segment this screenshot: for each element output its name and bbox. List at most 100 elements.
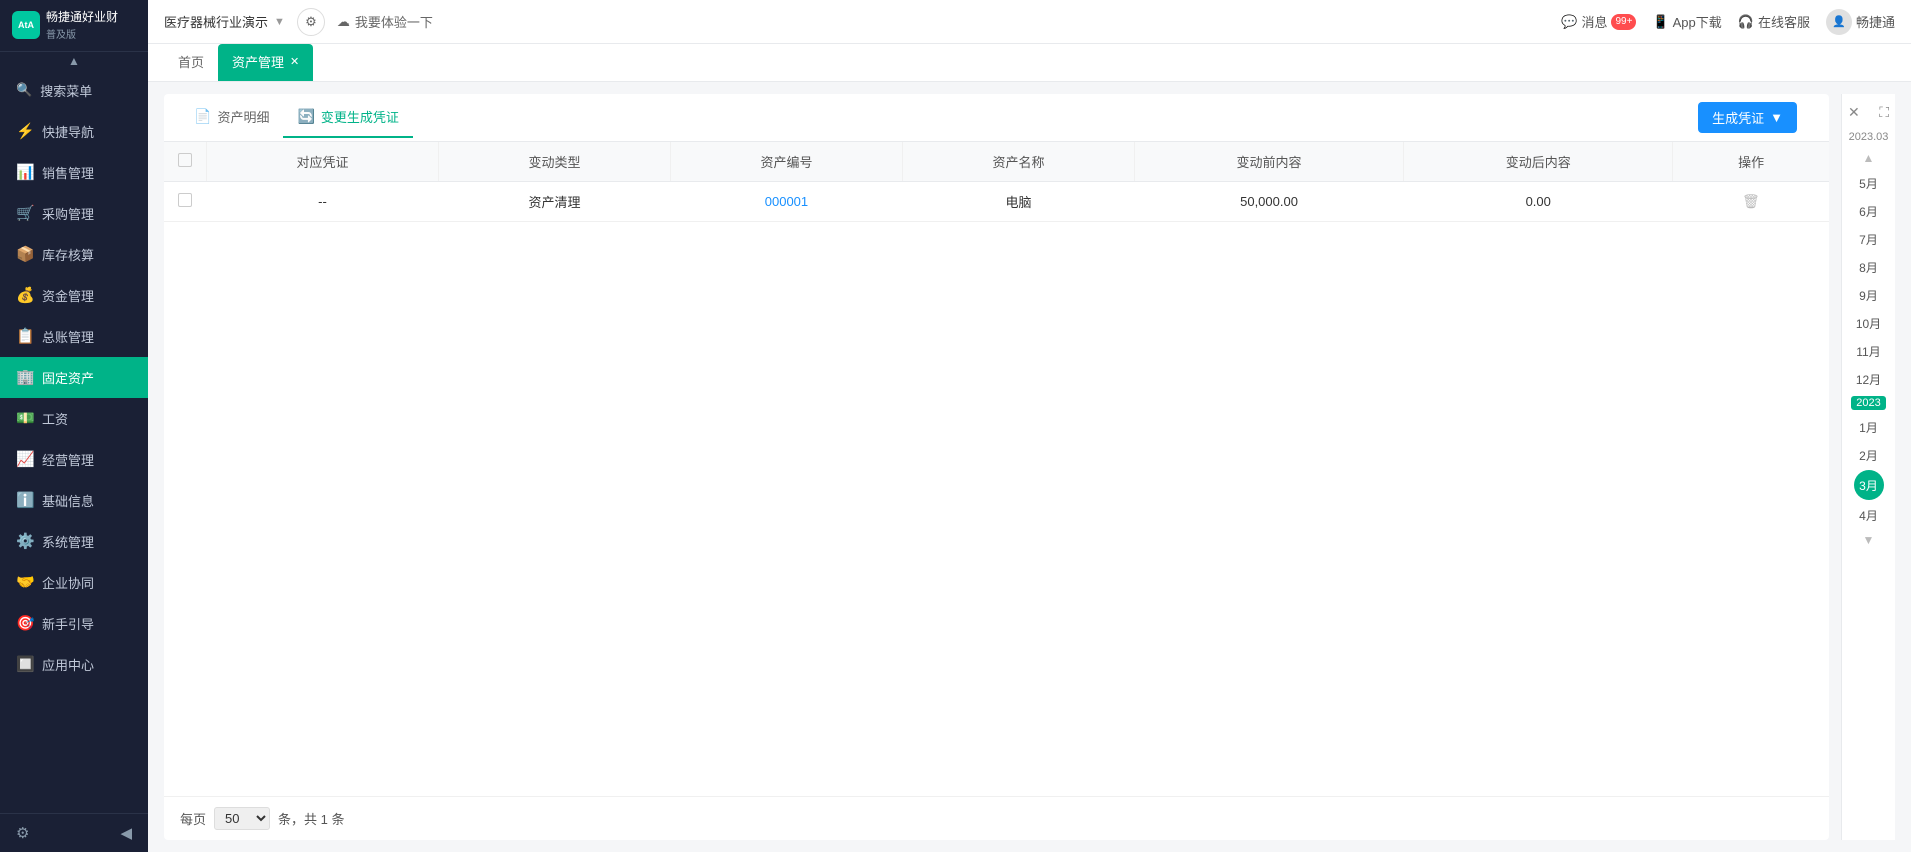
funds-icon: 💰 bbox=[16, 286, 34, 304]
delete-button[interactable]: 🗑 bbox=[1742, 193, 1760, 209]
month-scroll-down[interactable]: ▼ bbox=[1859, 529, 1879, 551]
month-9[interactable]: 9月 bbox=[1851, 282, 1887, 308]
sidebar-item-basic-info[interactable]: ℹ️ 基础信息 bbox=[0, 480, 148, 521]
tab-home[interactable]: 首页 bbox=[164, 44, 218, 81]
app-name: 畅捷通好业财 bbox=[46, 10, 118, 26]
sidebar-item-system[interactable]: ⚙️ 系统管理 bbox=[0, 521, 148, 562]
month-12[interactable]: 12月 bbox=[1851, 366, 1887, 392]
sidebar-scroll-up[interactable]: ▲ bbox=[0, 52, 148, 70]
year-display: 2023.03 bbox=[1849, 125, 1889, 147]
sidebar-item-system-label: 系统管理 bbox=[42, 532, 94, 551]
sidebar-item-search[interactable]: 🔍 搜索菜单 bbox=[0, 70, 148, 111]
logo-icon: AtA bbox=[12, 11, 40, 39]
sidebar-item-operations-label: 经营管理 bbox=[42, 450, 94, 469]
per-page-select[interactable]: 50 10 20 100 bbox=[214, 807, 270, 830]
topbar-left: 医疗器械行业演示 ▼ ⚙ ☁ 我要体验一下 bbox=[164, 8, 433, 36]
sidebar-item-purchase[interactable]: 🛒 采购管理 bbox=[0, 193, 148, 234]
message-label: 消息 bbox=[1581, 12, 1607, 31]
cell-change-type: 资产清理 bbox=[438, 182, 670, 222]
sidebar-item-enterprise-label: 企业协同 bbox=[42, 573, 94, 592]
cell-after-content: 0.00 bbox=[1404, 182, 1673, 222]
month-1[interactable]: 1月 bbox=[1851, 414, 1887, 440]
col-action: 操作 bbox=[1673, 142, 1829, 182]
month-4[interactable]: 4月 bbox=[1851, 502, 1887, 528]
sidebar-item-payroll-label: 工资 bbox=[42, 409, 68, 428]
message-action[interactable]: 💬 消息 99+ bbox=[1561, 12, 1636, 31]
experience-label: 我要体验一下 bbox=[355, 12, 433, 31]
topbar-right: 💬 消息 99+ 📱 App下载 🎧 在线客服 👤 畅捷通 bbox=[1561, 9, 1895, 35]
user-profile[interactable]: 👤 畅捷通 bbox=[1826, 9, 1895, 35]
app-download-label: App下载 bbox=[1673, 12, 1722, 31]
sidebar-item-payroll[interactable]: 💵 工资 bbox=[0, 398, 148, 439]
sidebar-item-funds-label: 资金管理 bbox=[42, 286, 94, 305]
tab-close-icon[interactable]: ✕ bbox=[290, 55, 299, 68]
avatar: 👤 bbox=[1826, 9, 1852, 35]
sub-tab-change-voucher[interactable]: 🔄 变更生成凭证 bbox=[283, 97, 412, 138]
app-logo: AtA 畅捷通好业财 普及版 bbox=[0, 0, 148, 52]
search-icon: 🔍 bbox=[16, 82, 32, 98]
sub-tab-change-voucher-label: 变更生成凭证 bbox=[321, 107, 399, 126]
month-7[interactable]: 7月 bbox=[1851, 226, 1887, 252]
customer-service-action[interactable]: 🎧 在线客服 bbox=[1738, 12, 1810, 31]
sidebar-settings-icon[interactable]: ⚙ bbox=[16, 824, 29, 842]
content-area: 📄 资产明细 🔄 变更生成凭证 生成凭证 ▼ bbox=[148, 82, 1911, 852]
sidebar-item-app-center[interactable]: 🔲 应用中心 bbox=[0, 644, 148, 685]
month-5[interactable]: 5月 bbox=[1851, 170, 1887, 196]
app-download-action[interactable]: 📱 App下载 bbox=[1652, 12, 1721, 31]
topbar: 医疗器械行业演示 ▼ ⚙ ☁ 我要体验一下 💬 消息 99+ 📱 App下载 bbox=[148, 0, 1911, 44]
main-content: 医疗器械行业演示 ▼ ⚙ ☁ 我要体验一下 💬 消息 99+ 📱 App下载 bbox=[148, 0, 1911, 852]
tab-asset-mgmt[interactable]: 资产管理 ✕ bbox=[218, 44, 313, 81]
month-scroll-up[interactable]: ▲ bbox=[1859, 147, 1879, 169]
panel-expand-icon[interactable]: ⛶ bbox=[1879, 104, 1889, 121]
panel-close-icon[interactable]: ✕ bbox=[1848, 104, 1860, 121]
cell-asset-code: 000001 bbox=[670, 182, 902, 222]
sub-tab-asset-list[interactable]: 📄 资产明细 bbox=[180, 97, 283, 138]
table-row: -- 资产清理 000001 电脑 50,000.00 0.00 🗑 bbox=[164, 182, 1829, 222]
experience-button[interactable]: ☁ 我要体验一下 bbox=[337, 12, 433, 31]
app-center-icon: 🔲 bbox=[16, 655, 34, 673]
per-page-label: 每页 bbox=[180, 809, 206, 828]
table-header-checkbox[interactable] bbox=[164, 142, 207, 182]
col-change-type: 变动类型 bbox=[438, 142, 670, 182]
row-checkbox[interactable] bbox=[178, 193, 192, 207]
sidebar-item-quick-nav[interactable]: ⚡ 快捷导航 bbox=[0, 111, 148, 152]
system-icon: ⚙️ bbox=[16, 532, 34, 550]
cell-action[interactable]: 🗑 bbox=[1673, 182, 1829, 222]
sidebar-item-fixed-assets[interactable]: 🏢 固定资产 bbox=[0, 357, 148, 398]
generate-voucher-button[interactable]: 生成凭证 ▼ bbox=[1698, 102, 1797, 133]
sidebar-item-operations[interactable]: 📈 经营管理 bbox=[0, 439, 148, 480]
sidebar-item-sales[interactable]: 📊 销售管理 bbox=[0, 152, 148, 193]
month-3[interactable]: 3月 bbox=[1854, 470, 1884, 500]
customer-service-icon: 🎧 bbox=[1738, 14, 1754, 30]
row-checkbox-cell[interactable] bbox=[164, 182, 207, 222]
panel-header: ✕ ⛶ bbox=[1842, 100, 1895, 125]
guide-icon: 🎯 bbox=[16, 614, 34, 632]
card-toolbar: 生成凭证 ▼ bbox=[1682, 94, 1813, 141]
month-8[interactable]: 8月 bbox=[1851, 254, 1887, 280]
sidebar-item-guide[interactable]: 🎯 新手引导 bbox=[0, 603, 148, 644]
company-selector[interactable]: 医疗器械行业演示 ▼ bbox=[164, 12, 285, 31]
sidebar-item-funds[interactable]: 💰 资金管理 bbox=[0, 275, 148, 316]
topbar-settings-button[interactable]: ⚙ bbox=[297, 8, 325, 36]
generate-voucher-label: 生成凭证 bbox=[1712, 108, 1764, 127]
month-6[interactable]: 6月 bbox=[1851, 198, 1887, 224]
ledger-icon: 📋 bbox=[16, 327, 34, 345]
month-11[interactable]: 11月 bbox=[1851, 338, 1887, 364]
topbar-settings-icon: ⚙ bbox=[305, 14, 317, 30]
month-2[interactable]: 2月 bbox=[1851, 442, 1887, 468]
select-all-checkbox[interactable] bbox=[178, 153, 192, 167]
pagination: 每页 50 10 20 100 条，共 1 条 bbox=[164, 796, 1829, 840]
sidebar-item-quick-nav-label: 快捷导航 bbox=[42, 122, 94, 141]
sidebar-item-inventory[interactable]: 📦 库存核算 bbox=[0, 234, 148, 275]
tab-home-label: 首页 bbox=[178, 55, 204, 70]
sidebar-item-enterprise[interactable]: 🤝 企业协同 bbox=[0, 562, 148, 603]
sidebar-item-ledger[interactable]: 📋 总账管理 bbox=[0, 316, 148, 357]
sidebar-item-inventory-label: 库存核算 bbox=[42, 245, 94, 264]
user-icon: 👤 bbox=[1832, 15, 1846, 28]
sidebar-collapse-icon[interactable]: ◀ bbox=[120, 824, 132, 842]
sidebar-item-sales-label: 销售管理 bbox=[42, 163, 94, 182]
month-10[interactable]: 10月 bbox=[1851, 310, 1887, 336]
app-download-icon: 📱 bbox=[1652, 14, 1668, 30]
col-asset-code: 资产编号 bbox=[670, 142, 902, 182]
purchase-icon: 🛒 bbox=[16, 204, 34, 222]
